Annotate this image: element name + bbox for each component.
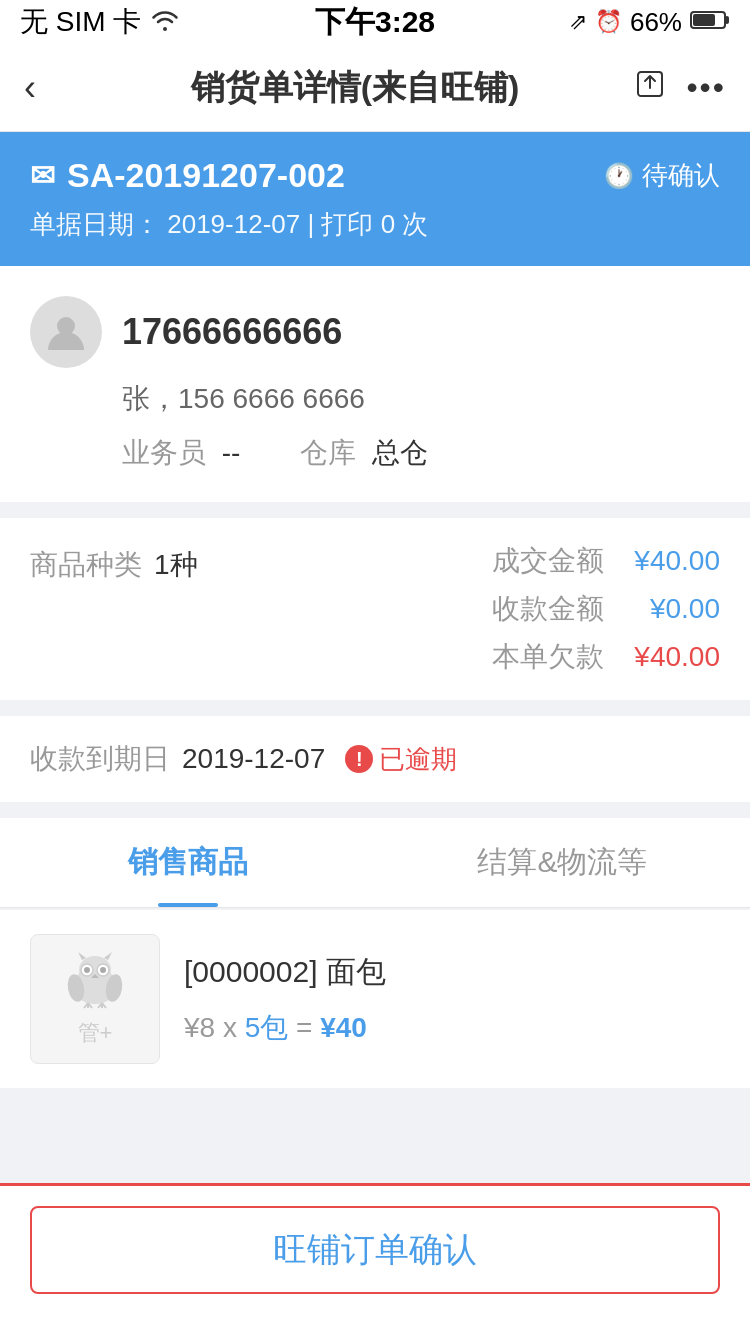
equals-sign: = [296,1012,320,1043]
order-number-text: SA-20191207-002 [67,156,345,195]
nav-bar: ‹ 销货单详情(来自旺铺) ••• [0,44,750,132]
share-icon[interactable] [634,68,666,107]
product-price-row: ¥8 x 5包 = ¥40 [184,1009,720,1047]
received-label: 收款金额 [492,590,604,628]
date-label: 单据日期： [30,209,160,239]
customer-meta: 业务员 -- 仓库 总仓 [30,434,720,472]
tab-settlement[interactable]: 结算&物流等 [375,818,750,907]
order-date: 2019-12-07 [167,209,300,239]
sales-value: -- [222,437,241,468]
due-date-card: 收款到期日 2019-12-07 ! 已逾期 [0,716,750,802]
nav-actions: ••• [626,68,726,107]
status-clock-icon: 🕐 [604,162,634,190]
order-icon: ✉ [30,158,55,193]
order-status-text: 待确认 [642,158,720,193]
order-date-info: 单据日期： 2019-12-07 | 打印 0 次 [30,207,720,242]
due-date-value: 2019-12-07 [182,743,325,775]
confirm-btn-container: 旺铺订单确认 [0,1183,750,1334]
tabs-container: 销售商品 结算&物流等 [0,818,750,908]
due-date-label: 收款到期日 [30,740,170,778]
battery-icon [690,7,730,38]
deal-amount-row: 成交金额 ¥40.00 [492,542,720,580]
wifi-icon [151,6,179,38]
order-number-row: ✉ SA-20191207-002 🕐 待确认 [30,156,720,195]
svg-marker-7 [78,952,86,960]
svg-marker-8 [104,952,112,960]
product-qty: 5包 [245,1012,289,1043]
deal-amount-label: 成交金额 [492,542,604,580]
price-prefix: ¥8 x [184,1012,245,1043]
tab-sales-products[interactable]: 销售商品 [0,818,375,907]
summary-card: 商品种类 1种 成交金额 ¥40.00 收款金额 ¥0.00 本单欠款 ¥40.… [0,518,750,700]
status-time: 下午3:28 [315,2,435,43]
status-bar: 无 SIM 卡 下午3:28 ⇗ ⏰ 66% [0,0,750,44]
type-count: 1种 [154,546,198,584]
location-icon: ⇗ [569,9,587,35]
owed-amount-row: 本单欠款 ¥40.00 [492,638,720,676]
carrier-text: 无 SIM 卡 [20,3,141,41]
type-label: 商品种类 [30,546,142,584]
more-icon[interactable]: ••• [686,69,726,106]
svg-rect-2 [693,14,715,26]
product-item: 管+ [0000002] 面包 ¥8 x 5包 = ¥40 [30,934,720,1064]
received-value: ¥0.00 [620,593,720,625]
customer-phone[interactable]: 17666666666 [122,311,342,353]
order-number: ✉ SA-20191207-002 [30,156,345,195]
product-info: [0000002] 面包 ¥8 x 5包 = ¥40 [184,952,720,1047]
owed-value: ¥40.00 [620,641,720,673]
product-total: ¥40 [320,1012,367,1043]
received-amount-row: 收款金额 ¥0.00 [492,590,720,628]
warehouse-value: 总仓 [372,437,428,468]
page-title: 销货单详情(来自旺铺) [84,65,626,111]
svg-point-12 [100,967,106,973]
back-button[interactable]: ‹ [24,67,84,109]
battery-text: 66% [630,7,682,38]
overdue-badge: ! 已逾期 [345,742,457,777]
deal-amount-value: ¥40.00 [620,545,720,577]
overdue-icon: ! [345,745,373,773]
customer-name: 张，156 6666 6666 [30,380,720,418]
print-info: | 打印 0 次 [307,209,428,239]
product-plus-text: 管+ [78,1018,113,1048]
status-left: 无 SIM 卡 [20,3,179,41]
product-code: [0000002] [184,955,317,988]
warehouse-label: 仓库 [300,437,356,468]
customer-card: 17666666666 张，156 6666 6666 业务员 -- 仓库 总仓 [0,266,750,502]
summary-left: 商品种类 1种 [30,542,198,584]
order-status: 🕐 待确认 [604,158,720,193]
owed-label: 本单欠款 [492,638,604,676]
product-name: [0000002] 面包 [184,952,720,993]
product-owl-icon [60,950,130,1016]
wangpu-confirm-button[interactable]: 旺铺订单确认 [30,1206,720,1294]
summary-right: 成交金额 ¥40.00 收款金额 ¥0.00 本单欠款 ¥40.00 [492,542,720,676]
order-header-card: ✉ SA-20191207-002 🕐 待确认 单据日期： 2019-12-07… [0,132,750,266]
product-section: 管+ [0000002] 面包 ¥8 x 5包 = ¥40 [0,910,750,1088]
svg-point-11 [84,967,90,973]
status-right: ⇗ ⏰ 66% [569,7,730,38]
customer-avatar [30,296,102,368]
product-name-text: 面包 [326,955,386,988]
customer-row: 17666666666 [30,296,720,368]
alarm-icon: ⏰ [595,9,622,35]
overdue-text: 已逾期 [379,742,457,777]
svg-rect-1 [725,16,729,24]
product-image: 管+ [30,934,160,1064]
sales-label: 业务员 [122,437,206,468]
